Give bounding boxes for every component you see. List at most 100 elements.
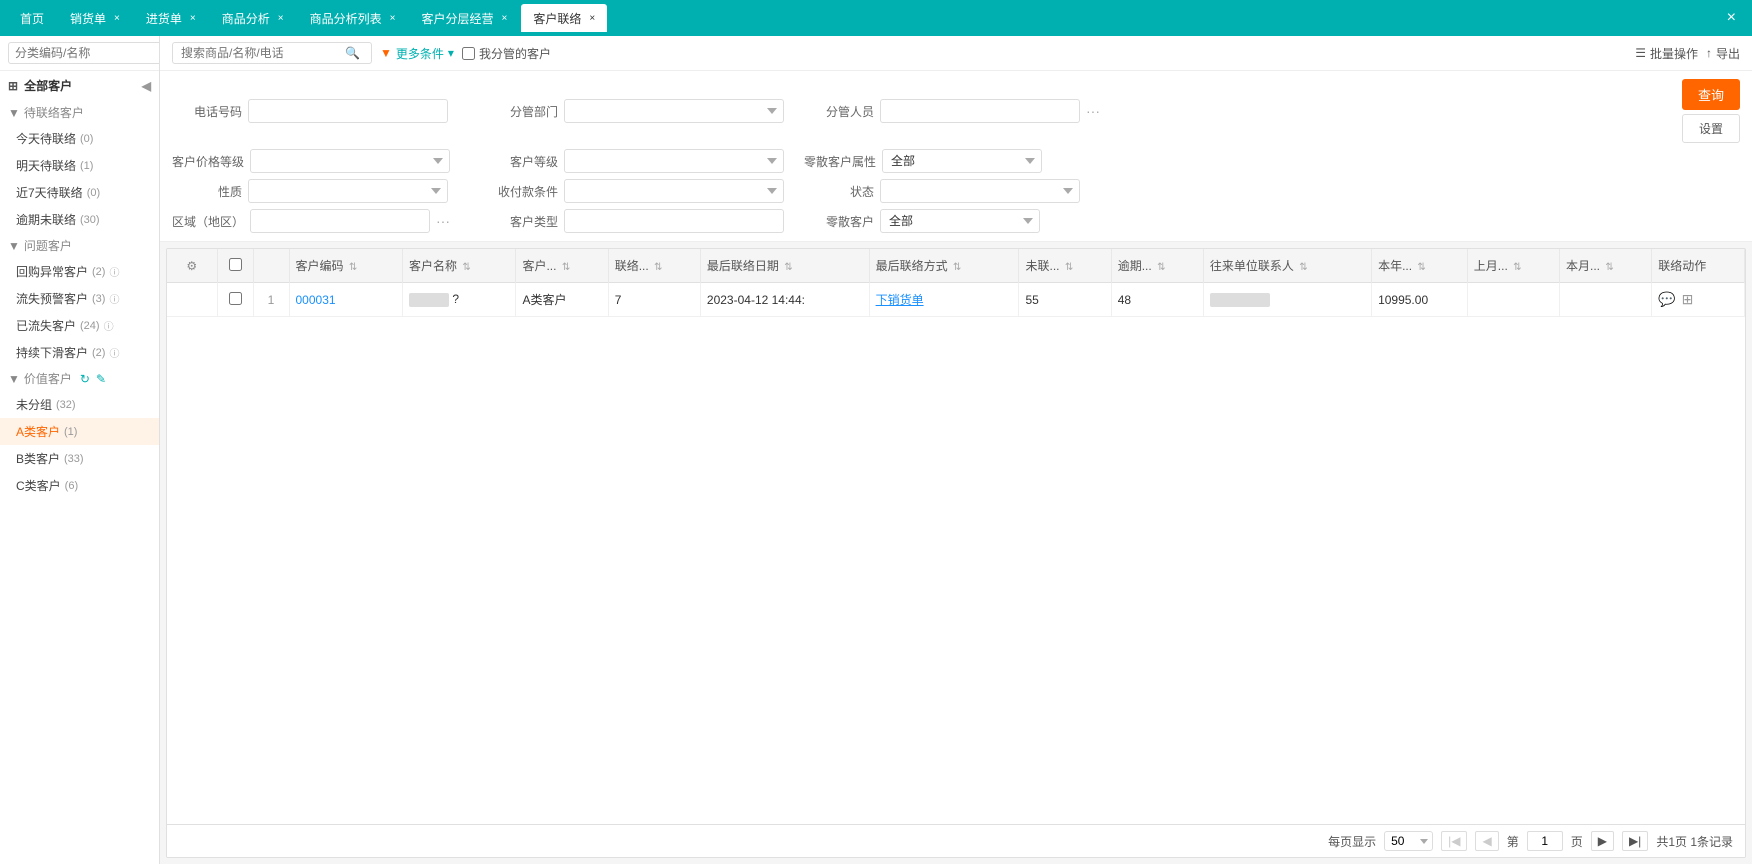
sidebar-search-container: 🔍 (0, 36, 159, 71)
table-row: 1 000031 ? A类客户 7 2023-04-12 14:44: 下销货单 (167, 283, 1745, 317)
refresh-icon[interactable]: ↻ (80, 372, 90, 386)
tab-purchase[interactable]: 进货单 × (134, 4, 208, 32)
customer-level-select[interactable] (564, 149, 784, 173)
sidebar-item-class-a[interactable]: A类客户 (1) (0, 418, 159, 445)
sort-last-date: ⇅ (784, 262, 792, 273)
select-all-checkbox[interactable] (229, 258, 242, 271)
row-this-year: 10995.00 (1372, 283, 1468, 317)
sidebar-item-churn-warning[interactable]: 流失预警客户 (3) ⓘ (0, 285, 159, 312)
region-input[interactable] (250, 209, 430, 233)
person-input[interactable] (880, 99, 1080, 123)
price-level-select[interactable] (250, 149, 450, 173)
sort-this-month: ⇅ (1605, 262, 1613, 273)
col-gear[interactable]: ⚙ (167, 249, 217, 283)
filter-status: 状态 (804, 179, 1104, 203)
filter-search-icon: 🔍 (345, 46, 360, 60)
prev-page-btn[interactable]: ◀ (1475, 831, 1498, 851)
sidebar-item-7days[interactable]: 近7天待联络 (0) (0, 179, 159, 206)
sidebar-item-overdue[interactable]: 逾期未联络 (30) (0, 206, 159, 233)
sidebar-item-declining[interactable]: 持续下滑客户 (2) ⓘ (0, 339, 159, 366)
sidebar-item-tomorrow[interactable]: 明天待联络 (1) (0, 152, 159, 179)
region-dots[interactable]: ··· (436, 213, 450, 229)
close-purchase-tab[interactable]: × (190, 13, 196, 24)
col-this-month-header[interactable]: 本月... ⇅ (1560, 249, 1652, 283)
chat-icon[interactable]: 💬 (1658, 291, 1675, 308)
phone-input[interactable] (248, 99, 448, 123)
tab-goods-list[interactable]: 商品分析列表 × (298, 4, 408, 32)
edit-icon[interactable]: ✎ (96, 372, 106, 386)
tab-goods-analysis[interactable]: 商品分析 × (210, 4, 296, 32)
col-num-header (253, 249, 289, 283)
name-blur (409, 293, 449, 307)
col-overdue-header[interactable]: 逾期... ⇅ (1111, 249, 1203, 283)
col-last-month-header[interactable]: 上月... ⇅ (1467, 249, 1559, 283)
filter-search-input[interactable] (181, 46, 341, 60)
page-input[interactable] (1527, 831, 1563, 851)
tab-customer-contact[interactable]: 客户联络 × (521, 4, 607, 32)
nature-select[interactable] (248, 179, 448, 203)
page-size-select[interactable]: 50 100 (1384, 831, 1433, 851)
close-sales-tab[interactable]: × (114, 13, 120, 24)
info-icon-1: ⓘ (109, 264, 119, 279)
payment-select[interactable] (564, 179, 784, 203)
col-last-method-header[interactable]: 最后联络方式 ⇅ (869, 249, 1019, 283)
table-gear-icon[interactable]: ⚙ (186, 259, 197, 273)
sidebar-item-class-c[interactable]: C类客户 (6) (0, 472, 159, 499)
col-checkbox-header[interactable] (217, 249, 253, 283)
dept-select[interactable] (564, 99, 784, 123)
row-select-checkbox[interactable] (229, 292, 242, 305)
sidebar-item-today[interactable]: 今天待联络 (0) (0, 125, 159, 152)
sort-unit-contact: ⇅ (1299, 262, 1307, 273)
sidebar-search-input[interactable] (8, 42, 160, 64)
person-dots[interactable]: ··· (1086, 103, 1100, 119)
last-page-btn[interactable]: ▶| (1622, 831, 1648, 851)
sidebar-item-unclassified[interactable]: 未分组 (32) (0, 391, 159, 418)
query-buttons: 查询 设置 (1682, 79, 1740, 143)
my-customers-checkbox[interactable]: 我分管的客户 (462, 45, 551, 62)
sidebar-collapse-icon[interactable]: ◀ (142, 79, 151, 93)
sidebar-item-churned[interactable]: 已流失客户 (24) ⓘ (0, 312, 159, 339)
col-unit-contact-header[interactable]: 往来单位联系人 ⇅ (1203, 249, 1371, 283)
col-last-date-header[interactable]: 最后联络日期 ⇅ (700, 249, 869, 283)
sidebar-item-class-b[interactable]: B类客户 (33) (0, 445, 159, 472)
row-checkbox[interactable] (217, 283, 253, 317)
close-goods-list-tab[interactable]: × (390, 13, 396, 24)
status-select[interactable] (880, 179, 1080, 203)
col-contact-header[interactable]: 联络... ⇅ (608, 249, 700, 283)
next-page-btn[interactable]: ▶ (1591, 831, 1614, 851)
col-name-header[interactable]: 客户名称 ⇅ (402, 249, 515, 283)
batch-icon: ☰ (1635, 46, 1646, 60)
my-customers-check[interactable] (462, 47, 475, 60)
qr-icon[interactable]: ⊞ (1682, 291, 1694, 308)
row-overdue: 48 (1111, 283, 1203, 317)
sidebar-all-customers[interactable]: ⊞ 全部客户 ◀ (0, 71, 159, 100)
info-icon-2: ⓘ (109, 291, 119, 306)
filter-search-box[interactable]: 🔍 (172, 42, 372, 64)
export-button[interactable]: ↑ 导出 (1706, 45, 1740, 62)
col-category-header[interactable]: 客户... ⇅ (516, 249, 608, 283)
first-page-btn[interactable]: |◀ (1441, 831, 1467, 851)
setting-button[interactable]: 设置 (1682, 114, 1740, 143)
close-customer-segment-tab[interactable]: × (501, 13, 507, 24)
tab-sales[interactable]: 销货单 × (58, 4, 132, 32)
close-customer-contact-tab[interactable]: × (589, 13, 595, 24)
batch-ops-button[interactable]: ☰ 批量操作 (1635, 45, 1698, 62)
tab-home[interactable]: 首页 (8, 4, 56, 32)
col-no-contact-header[interactable]: 未联... ⇅ (1019, 249, 1111, 283)
filter-more-button[interactable]: ▼ 更多条件 ▾ (380, 45, 454, 62)
query-button[interactable]: 查询 (1682, 79, 1740, 110)
row-code[interactable]: 000031 (289, 283, 402, 317)
close-goods-analysis-tab[interactable]: × (278, 13, 284, 24)
filter-retail-customer: 零散客户 全部 (804, 209, 1104, 233)
content-area: 🔍 ▼ 更多条件 ▾ 我分管的客户 ☰ 批量操作 ↑ 导出 (160, 36, 1752, 864)
retail-customer-select[interactable]: 全部 (880, 209, 1040, 233)
col-this-year-header[interactable]: 本年... ⇅ (1372, 249, 1468, 283)
row-last-method[interactable]: 下销货单 (869, 283, 1019, 317)
col-code-header[interactable]: 客户编码 ⇅ (289, 249, 402, 283)
sidebar-item-repurchase-abnormal[interactable]: 回购异常客户 (2) ⓘ (0, 258, 159, 285)
table-wrapper[interactable]: ⚙ 客户编码 ⇅ 客户名称 (167, 249, 1745, 824)
tab-customer-segment[interactable]: 客户分层经营 × (409, 4, 519, 32)
customer-type-input[interactable] (564, 209, 784, 233)
close-all-button[interactable]: × (1719, 5, 1744, 31)
retail-attr-select[interactable]: 全部 (882, 149, 1042, 173)
